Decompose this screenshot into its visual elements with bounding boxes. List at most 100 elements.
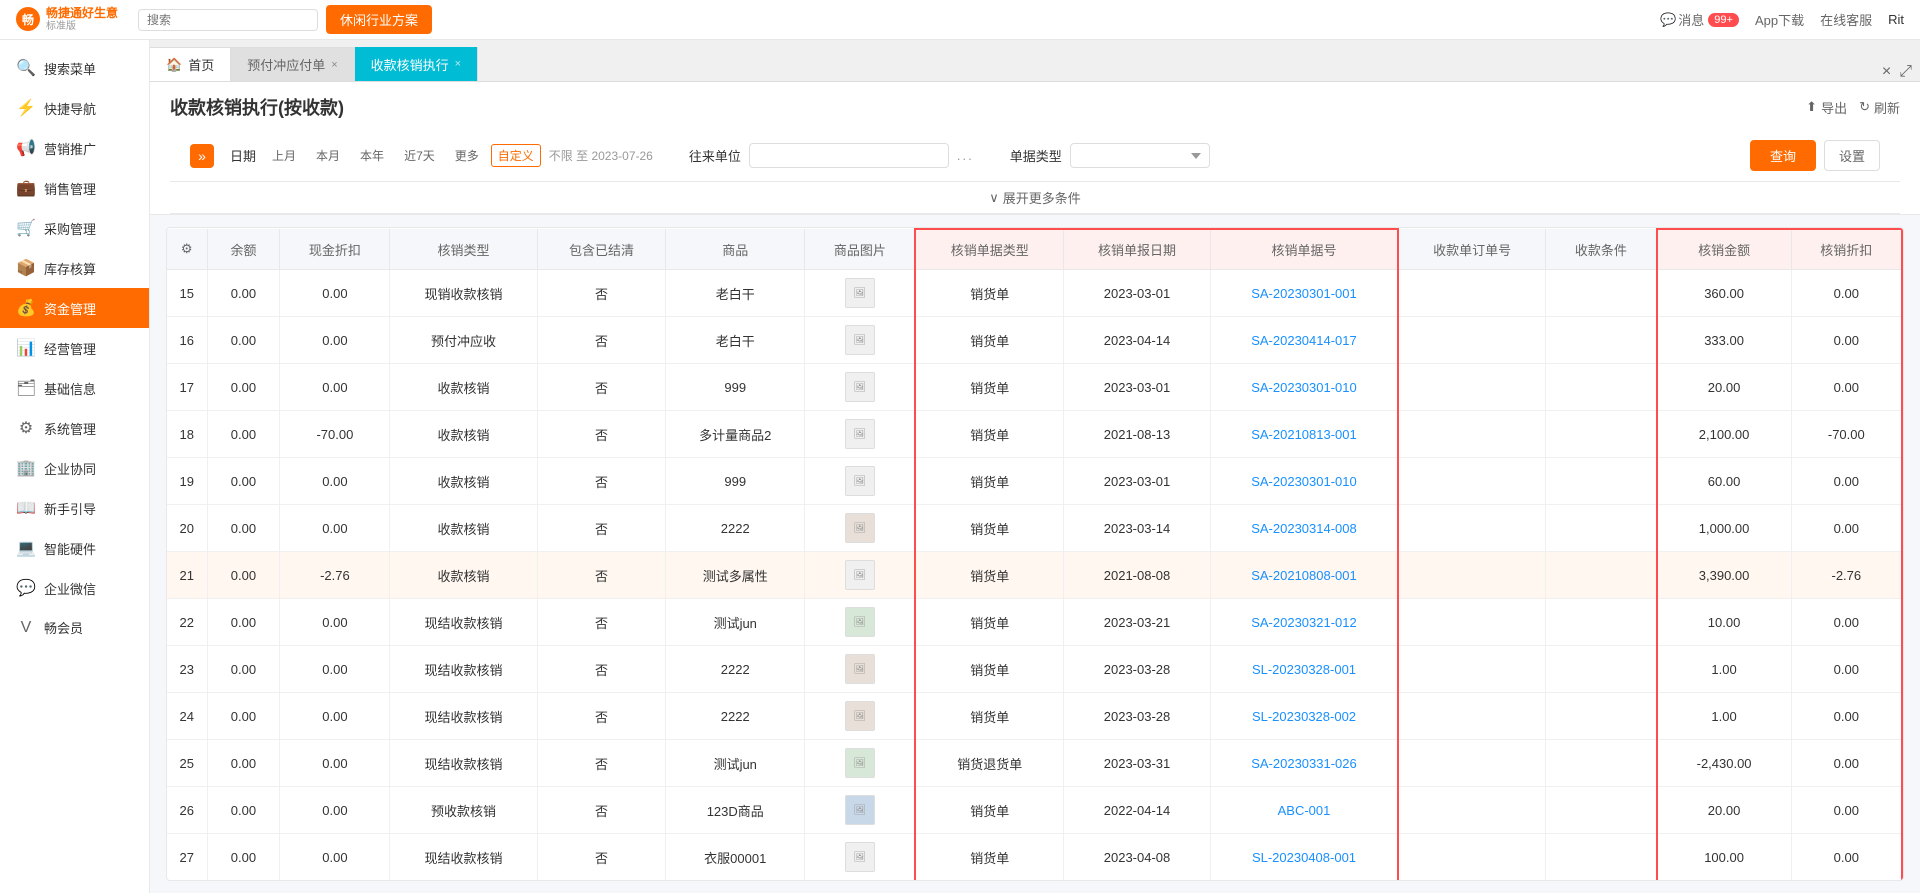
bill-no-link[interactable]: SA-20230331-026 xyxy=(1251,756,1357,771)
cell-goods-img: 🖼 xyxy=(805,270,916,317)
page-header: 收款核销执行(按收款) ⬆ 导出 ↻ 刷新 » xyxy=(150,82,1920,215)
date-btn-this-month[interactable]: 本月 xyxy=(308,145,348,166)
sidebar-item-搜索菜单[interactable]: 🔍搜索菜单 xyxy=(0,48,149,88)
cell-verify-bill-date: 2023-03-28 xyxy=(1063,693,1210,740)
filter-toggle-button[interactable]: » xyxy=(190,144,214,168)
cell-verify-bill-type: 销货单 xyxy=(915,270,1063,317)
product-image-empty: 🖼 xyxy=(845,372,875,402)
bill-no-link[interactable]: SA-20210813-001 xyxy=(1251,427,1357,442)
product-image: 🖼 xyxy=(845,795,875,825)
table-row: 15 0.00 0.00 现销收款核销 否 老白干 🖼 销货单 2023-03-… xyxy=(167,270,1902,317)
cell-receipt-condition xyxy=(1546,458,1657,505)
sidebar-item-快捷导航[interactable]: ⚡快捷导航 xyxy=(0,88,149,128)
cell-receipt-condition xyxy=(1546,599,1657,646)
tab-首页[interactable]: 🏠首页 xyxy=(150,47,231,81)
tab-close-btn[interactable]: × xyxy=(331,59,337,71)
cell-cash-discount: 0.00 xyxy=(280,881,390,882)
partner-input[interactable] xyxy=(749,143,949,168)
cell-receipt-condition xyxy=(1546,787,1657,834)
cell-goods-img: 🖼 xyxy=(805,740,916,787)
cell-verify-discount: 0.00 xyxy=(1791,505,1902,552)
sidebar-label: 销售管理 xyxy=(44,179,96,198)
promo-button[interactable]: 休闲行业方案 xyxy=(326,5,432,34)
sidebar-label: 资金管理 xyxy=(44,299,96,318)
export-button[interactable]: ⬆ 导出 xyxy=(1806,98,1847,117)
tab-close-btn[interactable]: × xyxy=(455,58,461,70)
bill-no-link[interactable]: SA-20230301-010 xyxy=(1251,474,1357,489)
cell-verify-bill-no: SA-20230314-008 xyxy=(1211,505,1398,552)
settings-button[interactable]: 设置 xyxy=(1824,140,1880,171)
th-goods-img: 商品图片 xyxy=(805,229,916,270)
bill-no-link[interactable]: SA-20230301-010 xyxy=(1251,380,1357,395)
sidebar-item-采购管理[interactable]: 🛒采购管理 xyxy=(0,208,149,248)
bill-no-link[interactable]: SA-20230301-001 xyxy=(1251,286,1357,301)
sidebar-item-资金管理[interactable]: 💰资金管理 xyxy=(0,288,149,328)
cell-verify-amount: 10.00 xyxy=(1657,599,1792,646)
data-table: ⚙ 余额 现金折扣 核销类型 包含已结清 商品 商品图片 核销单据类型 核销单报… xyxy=(167,228,1903,881)
sidebar-icon: ⚡ xyxy=(16,98,36,118)
cell-verify-type: 预收款核销 xyxy=(390,787,537,834)
bill-no-link[interactable]: SL-20230408-001 xyxy=(1252,850,1356,865)
bill-no-link[interactable]: SA-20230414-017 xyxy=(1251,333,1357,348)
date-btn-last-month[interactable]: 上月 xyxy=(264,145,304,166)
tab-预付冲应付单[interactable]: 预付冲应付单× xyxy=(231,47,354,81)
th-receipt-order-no: 收款单订单号 xyxy=(1398,229,1546,270)
bill-no-link[interactable]: SA-20210808-001 xyxy=(1251,568,1357,583)
cell-include-settled: 否 xyxy=(537,552,666,599)
bill-no-link[interactable]: ABC-001 xyxy=(1278,803,1331,818)
sidebar-item-经营管理[interactable]: 📊经营管理 xyxy=(0,328,149,368)
tab-收款核销执行[interactable]: 收款核销执行× xyxy=(355,47,478,81)
expand-more-button[interactable]: ∨ 展开更多条件 xyxy=(989,188,1081,207)
date-btn-custom[interactable]: 自定义 xyxy=(491,144,541,167)
message-area[interactable]: 💬 消息 99+ xyxy=(1660,10,1739,29)
cell-verify-bill-no: SA-20210813-001 xyxy=(1211,411,1398,458)
refresh-button[interactable]: ↻ 刷新 xyxy=(1859,98,1900,117)
bill-no-link[interactable]: SL-20230328-002 xyxy=(1252,709,1356,724)
search-input[interactable] xyxy=(138,9,318,31)
cell-verify-amount: 333.00 xyxy=(1657,317,1792,364)
cell-receipt-order-no xyxy=(1398,881,1546,882)
sidebar-item-企业协同[interactable]: 🏢企业协同 xyxy=(0,448,149,488)
bill-no-link[interactable]: SA-20230314-008 xyxy=(1251,521,1357,536)
cell-verify-type: 收款核销 xyxy=(390,364,537,411)
date-btn-more[interactable]: 更多 xyxy=(447,145,487,166)
sidebar-item-畅会员[interactable]: V畅会员 xyxy=(0,608,149,647)
fullscreen-btn[interactable]: ⤢ xyxy=(1899,63,1912,81)
cell-include-settled: 否 xyxy=(537,364,666,411)
online-service-link[interactable]: 在线客服 xyxy=(1820,10,1872,29)
bill-type-select[interactable] xyxy=(1070,143,1210,168)
cell-goods-img: 🖼 xyxy=(805,364,916,411)
sidebar-item-营销推广[interactable]: 📢营销推广 xyxy=(0,128,149,168)
cell-receipt-order-no xyxy=(1398,646,1546,693)
user-name[interactable]: Rit xyxy=(1888,12,1904,27)
app-download-link[interactable]: App下载 xyxy=(1755,10,1804,29)
date-btn-this-year[interactable]: 本年 xyxy=(352,145,392,166)
sidebar-item-新手引导[interactable]: 📖新手引导 xyxy=(0,488,149,528)
filter-bar: » 日期 上月 本月 本年 近7天 更多 自定义 不限 至 202 xyxy=(170,130,1900,182)
sidebar-item-系统管理[interactable]: ⚙系统管理 xyxy=(0,408,149,448)
cell-verify-amount: 3,390.00 xyxy=(1657,552,1792,599)
cell-balance: 0.00 xyxy=(207,881,280,882)
th-verify-bill-date: 核销单报日期 xyxy=(1063,229,1210,270)
sidebar-item-智能硬件[interactable]: 💻智能硬件 xyxy=(0,528,149,568)
cell-receipt-condition xyxy=(1546,834,1657,881)
cell-receipt-condition xyxy=(1546,364,1657,411)
cell-receipt-order-no xyxy=(1398,270,1546,317)
cell-include-settled: 否 xyxy=(537,599,666,646)
sidebar-item-销售管理[interactable]: 💼销售管理 xyxy=(0,168,149,208)
expand-icon: ∨ xyxy=(989,190,999,206)
cell-id: 20 xyxy=(167,505,207,552)
date-range-display: 不限 至 2023-07-26 xyxy=(549,147,653,164)
sidebar-item-企业微信[interactable]: 💬企业微信 xyxy=(0,568,149,608)
sidebar-label: 营销推广 xyxy=(44,139,96,158)
cell-verify-amount: 100.00 xyxy=(1657,834,1792,881)
bill-no-link[interactable]: SL-20230328-001 xyxy=(1252,662,1356,677)
query-button[interactable]: 查询 xyxy=(1750,140,1816,171)
close-tab-btn[interactable]: × xyxy=(1882,63,1891,81)
sidebar: 🔍搜索菜单⚡快捷导航📢营销推广💼销售管理🛒采购管理📦库存核算💰资金管理📊经营管理… xyxy=(0,40,150,893)
date-btn-7days[interactable]: 近7天 xyxy=(396,145,443,166)
bill-no-link[interactable]: SA-20230321-012 xyxy=(1251,615,1357,630)
sidebar-item-库存核算[interactable]: 📦库存核算 xyxy=(0,248,149,288)
sidebar-item-基础信息[interactable]: 🗂基础信息 xyxy=(0,368,149,408)
cell-receipt-condition xyxy=(1546,881,1657,882)
